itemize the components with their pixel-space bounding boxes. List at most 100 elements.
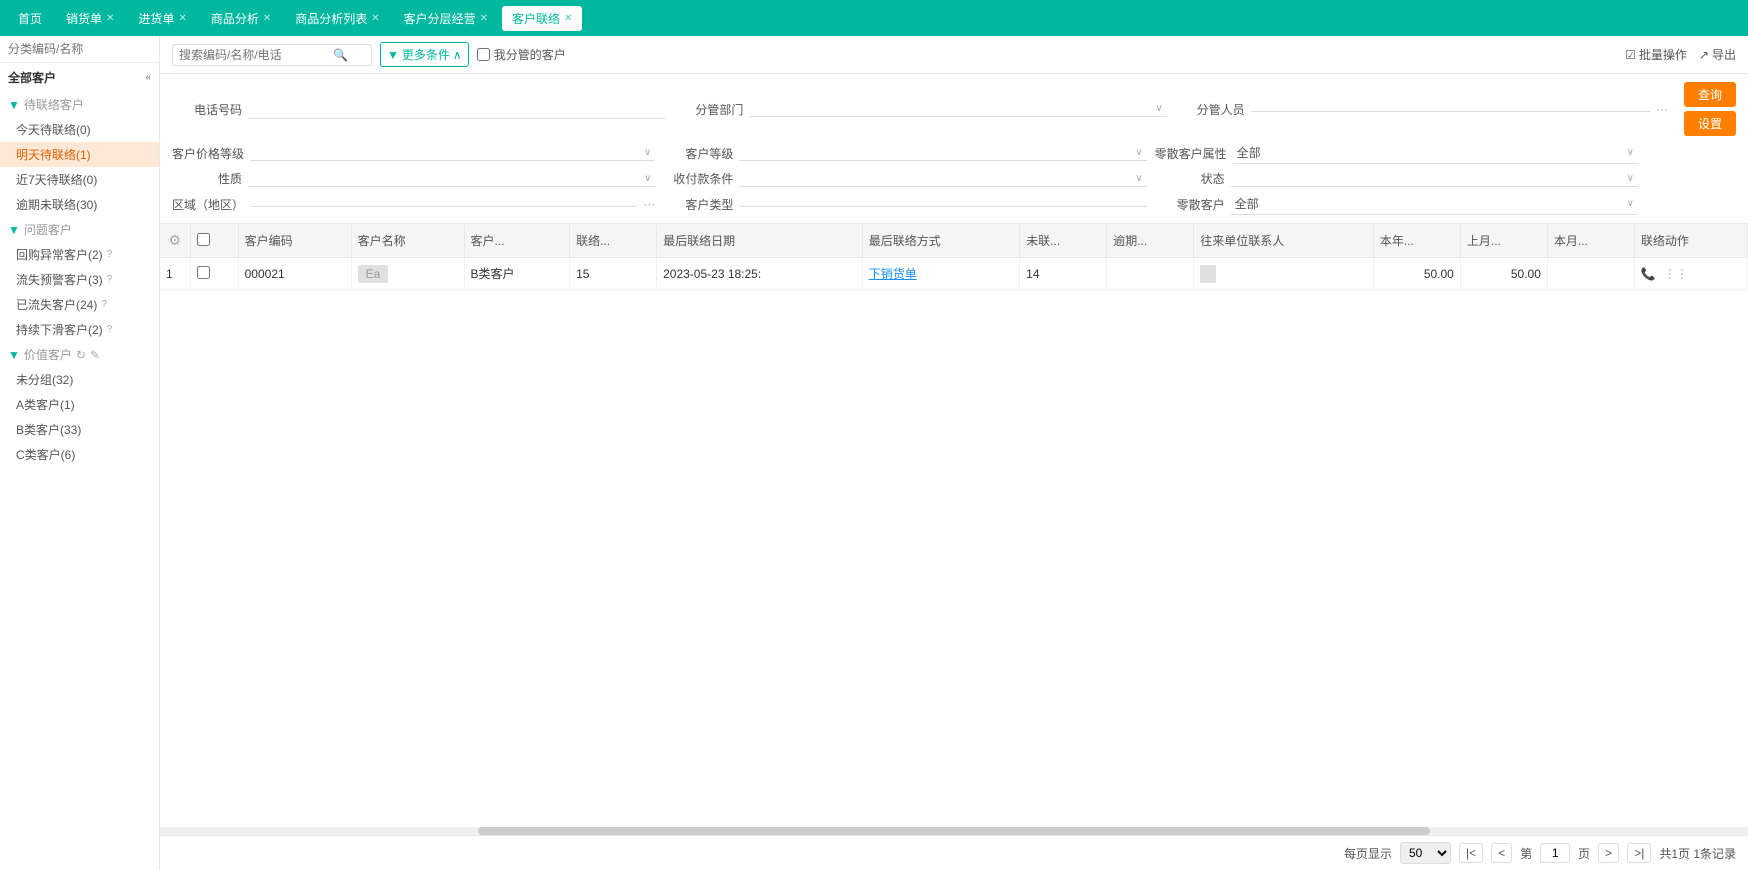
select-all-checkbox[interactable] <box>197 233 210 246</box>
page-label: 第 <box>1520 845 1532 862</box>
sidebar-all-customers[interactable]: 全部客户 « <box>0 63 159 92</box>
scrollbar-thumb[interactable] <box>478 827 1431 835</box>
content-area: 🔍 ▼ 更多条件 ∧ 我分管的客户 ☑ 批量操作 ↗ 导出 <box>160 36 1748 870</box>
filter-customer-type-select[interactable] <box>739 202 1146 207</box>
td-company-contact <box>1194 258 1374 290</box>
td-no-contact-days: 14 <box>1020 258 1107 290</box>
sidebar: 🔍 全部客户 « ▼ 待联络客户 今天待联络(0) 明天待联络(1) 近7天待联… <box>0 36 160 870</box>
filter-nature-select[interactable]: ∨ <box>248 171 655 187</box>
nav-customer-contact[interactable]: 客户联络 ✕ <box>502 6 582 31</box>
nature-chevron-icon: ∨ <box>644 173 651 184</box>
table-settings-icon[interactable]: ⚙ <box>168 232 181 248</box>
action-phone-icon[interactable]: 📞 <box>1641 267 1656 281</box>
filter-retail-customer: 零散客户 全部 ∨ <box>1155 193 1638 215</box>
batch-op-btn[interactable]: ☑ 批量操作 <box>1625 46 1687 63</box>
help-icon-churn-warning: ? <box>107 274 113 285</box>
nav-home[interactable]: 首页 <box>8 6 52 31</box>
td-checkbox <box>190 258 238 290</box>
th-type: 客户... <box>464 224 570 258</box>
sidebar-item-churn-warning[interactable]: 流失预警客户(3) ? <box>0 267 159 292</box>
refresh-icon[interactable]: ↻ <box>76 348 86 362</box>
filter-retail-attr-select[interactable]: 全部 ∨ <box>1233 142 1638 164</box>
page-input[interactable] <box>1540 843 1570 863</box>
table-body: 1 000021 Ea B类客户 15 2023-05-23 18:25: 下销… <box>160 258 1748 290</box>
close-customer-contact-icon[interactable]: ✕ <box>564 13 572 24</box>
filter-icon: ▼ <box>387 48 399 62</box>
sidebar-search-input[interactable] <box>8 42 160 56</box>
sidebar-item-ungrouped[interactable]: 未分组(32) <box>0 367 159 392</box>
sidebar-item-7day-pending[interactable]: 近7天待联络(0) <box>0 167 159 192</box>
close-product-analysis-icon[interactable]: ✕ <box>263 13 271 24</box>
filter-region-select[interactable] <box>250 202 637 207</box>
sidebar-item-abnormal-repurchase[interactable]: 回购异常客户(2) ? <box>0 242 159 267</box>
sidebar-item-churned[interactable]: 已流失客户(24) ? <box>0 292 159 317</box>
filter-dept: 分管部门 ∨ <box>673 101 1166 118</box>
nav-sales-order[interactable]: 销货单 ✕ <box>56 6 124 31</box>
nav-product-analysis[interactable]: 商品分析 ✕ <box>201 6 281 31</box>
help-icon-abnormal: ? <box>107 249 113 260</box>
total-info: 共1页 1条记录 <box>1659 845 1736 862</box>
filter-customer-type-label: 客户类型 <box>663 196 733 213</box>
my-customer-check[interactable]: 我分管的客户 <box>477 46 566 63</box>
filter-manager-label: 分管人员 <box>1175 101 1245 118</box>
filter-payment-select[interactable]: ∨ <box>739 171 1146 187</box>
close-product-analysis-list-icon[interactable]: ✕ <box>371 13 379 24</box>
horizontal-scrollbar[interactable] <box>160 827 1748 835</box>
sidebar-item-a-class[interactable]: A类客户(1) <box>0 392 159 417</box>
filter-customer-level-select[interactable]: ∨ <box>739 145 1146 161</box>
filter-more-btn[interactable]: ▼ 更多条件 ∧ <box>380 42 469 67</box>
row-checkbox[interactable] <box>197 266 210 279</box>
search-box: 🔍 <box>172 44 372 66</box>
td-overdue <box>1107 258 1194 290</box>
prev-page-btn[interactable]: < <box>1491 843 1512 863</box>
filter-price-level-select[interactable]: ∨ <box>250 145 655 161</box>
sidebar-item-b-class[interactable]: B类客户(33) <box>0 417 159 442</box>
toolbar: 🔍 ▼ 更多条件 ∧ 我分管的客户 ☑ 批量操作 ↗ 导出 <box>160 36 1748 74</box>
sidebar-item-today-pending[interactable]: 今天待联络(0) <box>0 117 159 142</box>
filter-phone-input[interactable] <box>248 100 665 119</box>
filter-row-1: 电话号码 分管部门 ∨ 分管人员 ··· <box>172 82 1736 136</box>
first-page-btn[interactable]: |< <box>1459 843 1483 863</box>
last-page-btn[interactable]: >| <box>1627 843 1651 863</box>
sidebar-item-c-class[interactable]: C类客户(6) <box>0 442 159 467</box>
filter-manager-dots[interactable]: ··· <box>1656 102 1668 116</box>
td-last-contact-type[interactable]: 下销货单 <box>862 258 1019 290</box>
sidebar-item-overdue-contact[interactable]: 逾期未联络(30) <box>0 192 159 217</box>
payment-chevron-icon: ∨ <box>1135 173 1142 184</box>
filter-row-3: 性质 ∨ 收付款条件 ∨ 状态 <box>172 170 1736 187</box>
next-page-btn[interactable]: > <box>1598 843 1619 863</box>
td-last-contact-date: 2023-05-23 18:25: <box>657 258 863 290</box>
filter-dept-select[interactable]: ∨ <box>749 101 1166 117</box>
close-customer-segmentation-icon[interactable]: ✕ <box>480 13 488 24</box>
filter-status-select[interactable]: ∨ <box>1231 171 1638 187</box>
action-more-icon[interactable]: ⋮⋮ <box>1664 267 1688 281</box>
filter-retail-customer-select[interactable]: 全部 ∨ <box>1231 193 1638 215</box>
row-actions: 📞 ⋮⋮ <box>1641 267 1741 281</box>
search-input[interactable] <box>179 48 329 62</box>
filter-retail-attr-label: 零散客户属性 <box>1155 145 1227 162</box>
customer-level-chevron-icon: ∨ <box>1135 147 1142 158</box>
nav-customer-segmentation[interactable]: 客户分层经营 ✕ <box>394 6 498 31</box>
filter-region-dots[interactable]: ··· <box>643 197 655 211</box>
toolbar-right: ☑ 批量操作 ↗ 导出 <box>1625 46 1736 63</box>
th-actions: 联络动作 <box>1634 224 1747 258</box>
sidebar-item-tomorrow-pending[interactable]: 明天待联络(1) <box>0 142 159 167</box>
sidebar-search-area: 🔍 <box>0 36 159 63</box>
search-icon[interactable]: 🔍 <box>333 48 348 62</box>
nav-purchase-order[interactable]: 进货单 ✕ <box>128 6 196 31</box>
reset-btn[interactable]: 设置 <box>1684 111 1736 136</box>
my-customer-checkbox[interactable] <box>477 48 490 61</box>
filter-payment: 收付款条件 ∨ <box>663 170 1146 187</box>
export-btn[interactable]: ↗ 导出 <box>1699 46 1736 63</box>
close-sales-order-icon[interactable]: ✕ <box>106 13 114 24</box>
per-page-select[interactable]: 50 100 200 <box>1400 842 1451 864</box>
export-icon: ↗ <box>1699 48 1709 62</box>
filter-manager-select[interactable] <box>1251 107 1650 112</box>
filter-payment-label: 收付款条件 <box>663 170 733 187</box>
query-btn[interactable]: 查询 <box>1684 82 1736 107</box>
sidebar-item-declining[interactable]: 持续下滑客户(2) ? <box>0 317 159 342</box>
nav-product-analysis-list[interactable]: 商品分析列表 ✕ <box>285 6 389 31</box>
edit-icon[interactable]: ✎ <box>90 348 100 362</box>
filter-manager: 分管人员 ··· <box>1175 101 1668 118</box>
close-purchase-order-icon[interactable]: ✕ <box>178 13 186 24</box>
